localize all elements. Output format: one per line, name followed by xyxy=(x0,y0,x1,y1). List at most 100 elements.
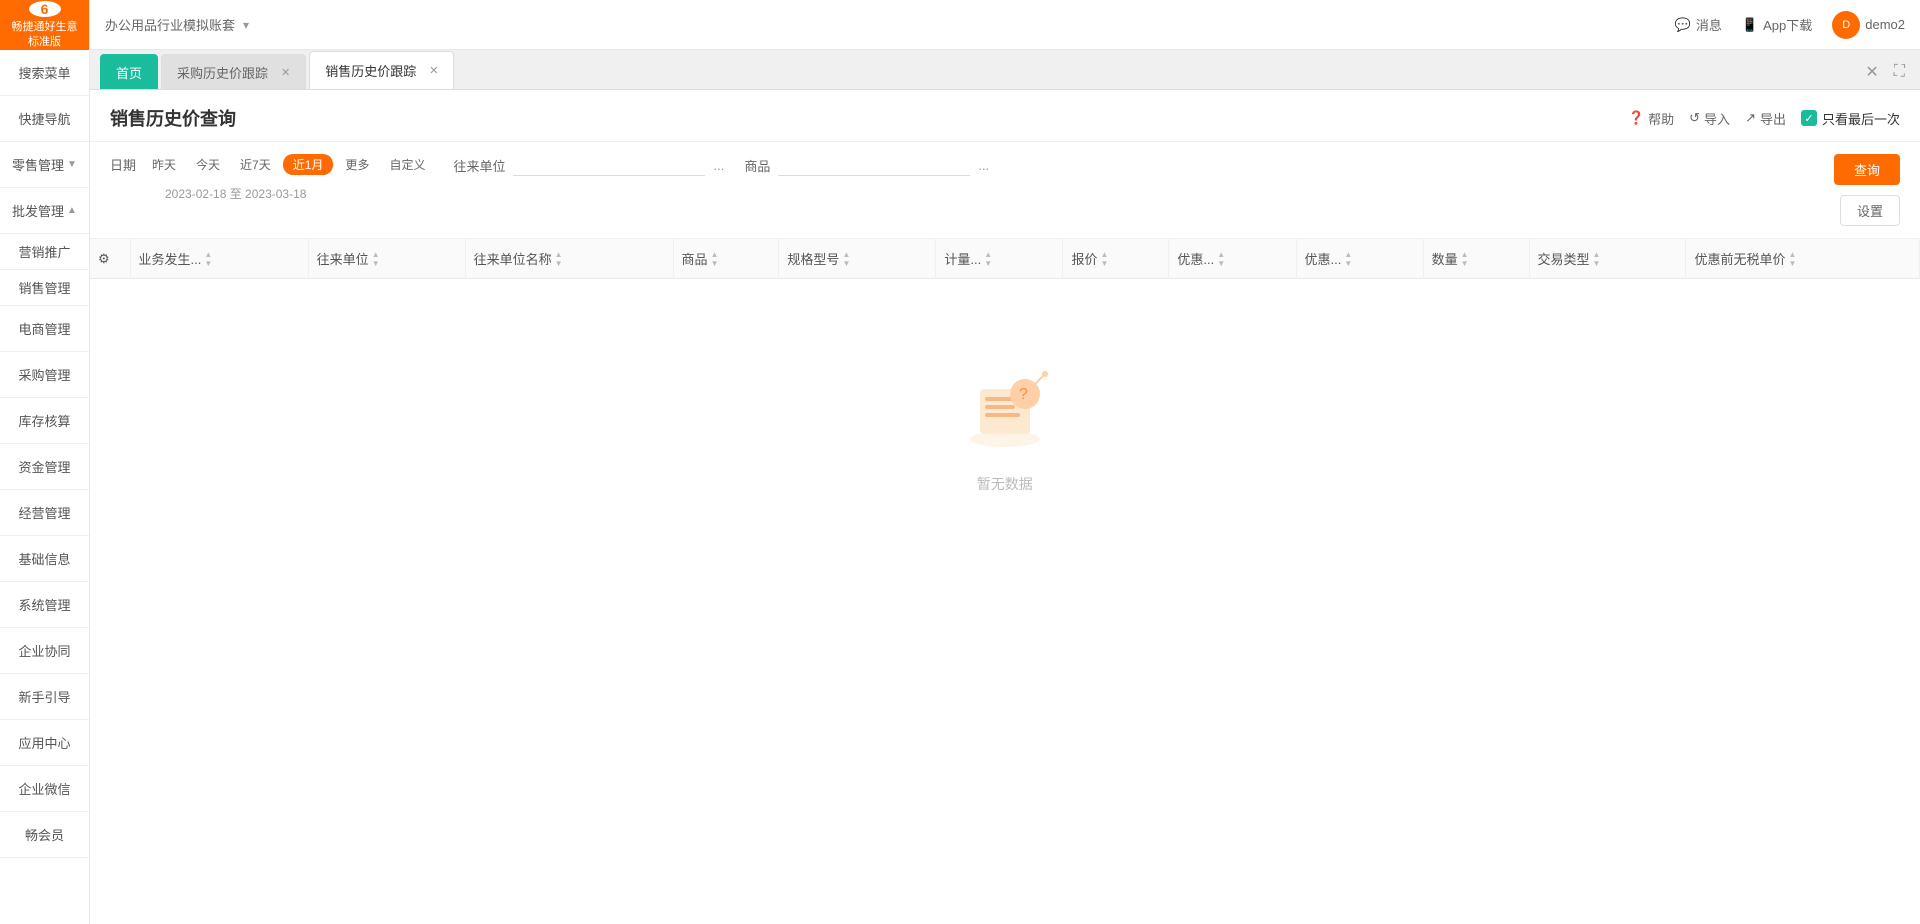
gear-icon: ⚙ xyxy=(98,251,110,266)
sidebar-item-operations[interactable]: 经营管理 xyxy=(0,490,89,536)
message-label: 消息 xyxy=(1696,15,1722,34)
avatar: D xyxy=(1832,11,1860,39)
tab-sales-history-label: 销售历史价跟踪 xyxy=(325,61,416,80)
sidebar-item-basic-info[interactable]: 基础信息 xyxy=(0,536,89,582)
table-area: ⚙ 业务发生... ▲▼ 往来单位 ▲▼ xyxy=(90,239,1920,924)
table-col-gear[interactable]: ⚙ xyxy=(90,239,130,279)
sidebar-item-vip[interactable]: 畅会员 xyxy=(0,812,89,858)
only-last-checkbox-group[interactable]: ✓ 只看最后一次 xyxy=(1801,109,1900,128)
sidebar-item-purchase-mgmt[interactable]: 采购管理 xyxy=(0,352,89,398)
svg-text:?: ? xyxy=(1019,386,1028,403)
sidebar-item-label: 企业协同 xyxy=(18,641,70,660)
date-btn-more[interactable]: 更多 xyxy=(337,154,377,175)
sidebar-item-enterprise[interactable]: 企业协同 xyxy=(0,628,89,674)
sort-icon: ▲▼ xyxy=(1593,250,1601,268)
export-btn[interactable]: ↗ 导出 xyxy=(1745,109,1786,128)
message-btn[interactable]: 💬 消息 xyxy=(1675,15,1722,34)
sidebar-item-app-center[interactable]: 应用中心 xyxy=(0,720,89,766)
import-btn[interactable]: ↺ 导入 xyxy=(1689,109,1730,128)
table-col-unit-code[interactable]: 往来单位 ▲▼ xyxy=(308,239,465,279)
main-area: 办公用品行业模拟账套 ▾ 💬 消息 📱 App下载 D demo2 首页 采购历… xyxy=(90,0,1920,924)
tab-sales-history[interactable]: 销售历史价跟踪 ✕ xyxy=(309,51,454,89)
table-col-discount2[interactable]: 优惠... ▲▼ xyxy=(1296,239,1423,279)
table-col-trade-type[interactable]: 交易类型 ▲▼ xyxy=(1529,239,1686,279)
query-button[interactable]: 查询 xyxy=(1834,154,1900,185)
sidebar-item-label: 基础信息 xyxy=(18,549,70,568)
table-col-unit[interactable]: 计量... ▲▼ xyxy=(936,239,1063,279)
goods-dots[interactable]: ... xyxy=(978,158,989,173)
tab-purchase-history-close[interactable]: ✕ xyxy=(281,66,290,79)
table-col-pretax-price[interactable]: 优惠前无税单价 ▲▼ xyxy=(1686,239,1920,279)
sidebar-item-label: 畅会员 xyxy=(25,825,64,844)
table-col-discount1[interactable]: 优惠... ▲▼ xyxy=(1169,239,1296,279)
tab-purchase-history-label: 采购历史价跟踪 xyxy=(177,63,268,82)
empty-illustration: ? xyxy=(955,359,1055,459)
app-title: 办公用品行业模拟账套 xyxy=(105,15,235,34)
app-download-label: App下载 xyxy=(1763,15,1812,34)
sidebar-item-label: 经营管理 xyxy=(18,503,70,522)
table-col-price[interactable]: 报价 ▲▼ xyxy=(1063,239,1169,279)
table-col-spec[interactable]: 规格型号 ▲▼ xyxy=(779,239,936,279)
sort-icon: ▲▼ xyxy=(984,250,992,268)
sidebar-item-new-guide[interactable]: 新手引导 xyxy=(0,674,89,720)
app-download-btn[interactable]: 📱 App下载 xyxy=(1742,15,1812,34)
close-window-icon[interactable]: ✕ xyxy=(1860,60,1883,84)
date-btn-custom[interactable]: 自定义 xyxy=(381,154,433,175)
sidebar-item-retail-mgmt[interactable]: 零售管理 ▼ xyxy=(0,142,89,188)
date-range-display: 2023-02-18 至 2023-03-18 xyxy=(165,187,306,201)
page-header: 销售历史价查询 ❓ 帮助 ↺ 导入 ↗ 导出 ✓ 只看最后一次 xyxy=(90,90,1920,142)
goods-input[interactable] xyxy=(778,154,970,176)
window-controls: ✕ ⛶ xyxy=(1860,60,1910,89)
table-col-biz-date[interactable]: 业务发生... ▲▼ xyxy=(130,239,308,279)
tab-bar: 首页 采购历史价跟踪 ✕ 销售历史价跟踪 ✕ ✕ ⛶ xyxy=(90,50,1920,90)
tab-sales-history-close[interactable]: ✕ xyxy=(429,64,438,77)
sidebar-item-wholesale-mgmt[interactable]: 批发管理 ▲ xyxy=(0,188,89,234)
help-btn[interactable]: ❓ 帮助 xyxy=(1628,109,1674,128)
sidebar-item-system-mgmt[interactable]: 系统管理 xyxy=(0,582,89,628)
date-btn-1month[interactable]: 近1月 xyxy=(283,154,334,175)
sidebar-item-label: 系统管理 xyxy=(18,595,70,614)
sidebar-item-label: 销售管理 xyxy=(18,278,70,297)
from-unit-label: 往来单位 xyxy=(453,156,505,175)
import-icon: ↺ xyxy=(1689,110,1700,126)
sidebar-item-inventory[interactable]: 库存核算 xyxy=(0,398,89,444)
only-last-checkbox[interactable]: ✓ xyxy=(1801,110,1817,126)
sidebar-item-marketing[interactable]: 营销推广 xyxy=(0,234,89,270)
sidebar-item-label: 采购管理 xyxy=(18,365,70,384)
sidebar-item-wechat[interactable]: 企业微信 xyxy=(0,766,89,812)
date-label: 日期 xyxy=(110,155,136,174)
topbar-dropdown-icon[interactable]: ▾ xyxy=(243,18,249,32)
sidebar-item-label: 零售管理 xyxy=(12,155,64,174)
export-label: 导出 xyxy=(1760,109,1786,128)
sidebar-item-label: 电商管理 xyxy=(18,319,70,338)
maximize-window-icon[interactable]: ⛶ xyxy=(1889,61,1910,83)
user-avatar-btn[interactable]: D demo2 xyxy=(1832,11,1905,39)
sort-icon: ▲▼ xyxy=(711,250,719,268)
sidebar-item-finance[interactable]: 资金管理 xyxy=(0,444,89,490)
table-col-unit-name[interactable]: 往来单位名称 ▲▼ xyxy=(465,239,673,279)
sidebar-item-quick-nav[interactable]: 快捷导航 xyxy=(0,96,89,142)
help-label: 帮助 xyxy=(1648,109,1674,128)
setting-button[interactable]: 设置 xyxy=(1840,195,1900,226)
table-col-goods[interactable]: 商品 ▲▼ xyxy=(673,239,779,279)
sidebar-item-sales-mgmt[interactable]: 销售管理 xyxy=(0,270,89,306)
date-btn-yesterday[interactable]: 昨天 xyxy=(144,154,184,175)
date-btn-7days[interactable]: 近7天 xyxy=(232,154,279,175)
sort-icon: ▲▼ xyxy=(1788,250,1796,268)
goods-filter-group: 商品 ... xyxy=(744,154,989,176)
download-icon: 📱 xyxy=(1742,17,1758,33)
sort-icon: ▲▼ xyxy=(372,250,380,268)
empty-state: ? 暂无数据 xyxy=(90,279,1920,574)
tab-purchase-history[interactable]: 采购历史价跟踪 ✕ xyxy=(161,54,306,89)
sidebar-item-search-menu[interactable]: 搜索菜单 xyxy=(0,50,89,96)
app-logo: 6 畅捷通好生意 标准版 xyxy=(0,0,89,50)
table-col-quantity[interactable]: 数量 ▲▼ xyxy=(1423,239,1529,279)
tab-home[interactable]: 首页 xyxy=(100,54,158,89)
from-unit-filter-group: 往来单位 ... xyxy=(453,154,724,176)
from-unit-input[interactable] xyxy=(513,154,705,176)
sidebar-item-ecommerce[interactable]: 电商管理 xyxy=(0,306,89,352)
sort-icon: ▲▼ xyxy=(555,250,563,268)
date-btn-today[interactable]: 今天 xyxy=(188,154,228,175)
page-content: 销售历史价查询 ❓ 帮助 ↺ 导入 ↗ 导出 ✓ 只看最后一次 xyxy=(90,90,1920,924)
from-unit-dots[interactable]: ... xyxy=(713,158,724,173)
